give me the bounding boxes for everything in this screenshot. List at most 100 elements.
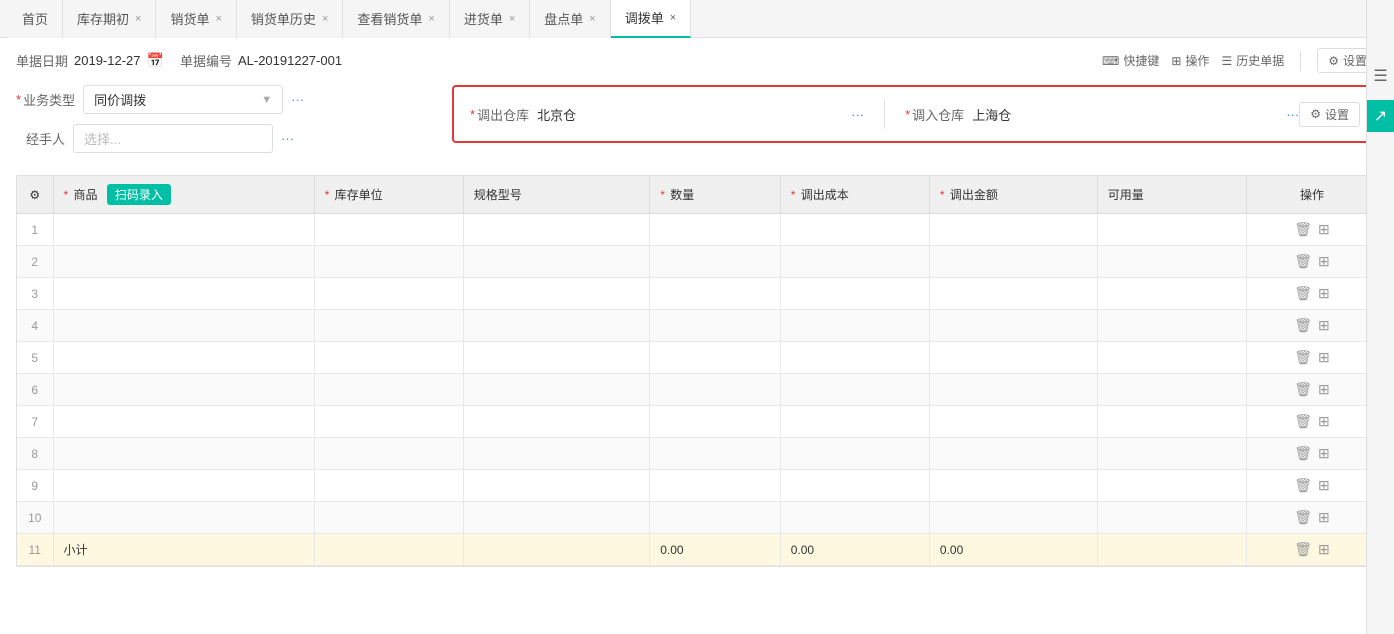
spec-cell[interactable] — [463, 438, 649, 470]
transfer-in-more[interactable]: ··· — [1286, 107, 1299, 122]
product-cell[interactable] — [53, 214, 314, 246]
transfer-amount-cell[interactable] — [929, 406, 1097, 438]
unit-cell[interactable] — [314, 278, 463, 310]
spec-cell[interactable] — [463, 502, 649, 534]
product-cell[interactable] — [53, 438, 314, 470]
tab-close-inventory-init[interactable]: × — [135, 13, 141, 25]
tab-close-view-sales[interactable]: × — [428, 13, 434, 25]
tab-sales-history[interactable]: 销货单历史 × — [237, 0, 343, 38]
transfer-cost-cell[interactable] — [780, 502, 929, 534]
unit-cell[interactable] — [314, 406, 463, 438]
unit-cell[interactable] — [314, 246, 463, 278]
tab-inventory-init[interactable]: 库存期初 × — [63, 0, 156, 38]
spec-cell[interactable] — [463, 406, 649, 438]
unit-cell[interactable] — [314, 214, 463, 246]
tab-home[interactable]: 首页 — [8, 0, 63, 38]
qty-cell[interactable] — [650, 214, 781, 246]
transfer-amount-cell[interactable] — [929, 502, 1097, 534]
product-cell[interactable] — [53, 502, 314, 534]
copy-row-icon[interactable]: ⊞ — [1318, 221, 1330, 238]
product-cell[interactable] — [53, 342, 314, 374]
delete-row-icon[interactable]: 🗑 — [1294, 221, 1312, 238]
available-cell[interactable] — [1097, 246, 1246, 278]
operations-button[interactable]: ⊞ 操作 — [1171, 52, 1209, 69]
available-cell[interactable] — [1097, 310, 1246, 342]
transfer-amount-cell[interactable] — [929, 310, 1097, 342]
unit-cell[interactable] — [314, 502, 463, 534]
qty-cell[interactable] — [650, 470, 781, 502]
product-cell[interactable] — [53, 470, 314, 502]
copy-row-icon[interactable]: ⊞ — [1318, 445, 1330, 462]
copy-row-icon[interactable]: ⊞ — [1318, 285, 1330, 302]
spec-cell[interactable] — [463, 310, 649, 342]
spec-cell[interactable] — [463, 246, 649, 278]
transfer-out-more[interactable]: ··· — [851, 107, 864, 122]
shortcut-button[interactable]: ⌨ 快捷键 — [1102, 52, 1159, 69]
qty-cell[interactable] — [650, 438, 781, 470]
product-cell[interactable] — [53, 310, 314, 342]
transfer-cost-cell[interactable] — [780, 246, 929, 278]
handler-select[interactable]: 选择... — [73, 124, 273, 153]
unit-cell[interactable] — [314, 438, 463, 470]
delete-row-icon[interactable]: 🗑 — [1294, 509, 1312, 526]
transfer-cost-cell[interactable] — [780, 406, 929, 438]
business-type-select[interactable]: 同价调拨 ▼ — [83, 85, 283, 114]
copy-row-icon[interactable]: ⊞ — [1318, 317, 1330, 334]
copy-subtotal-icon[interactable]: ⊞ — [1318, 541, 1330, 558]
transfer-amount-cell[interactable] — [929, 342, 1097, 374]
product-cell[interactable] — [53, 406, 314, 438]
qty-cell[interactable] — [650, 406, 781, 438]
copy-row-icon[interactable]: ⊞ — [1318, 413, 1330, 430]
delete-row-icon[interactable]: 🗑 — [1294, 477, 1312, 494]
history-button[interactable]: ☰ 历史单据 — [1221, 52, 1284, 69]
sidebar-list-icon[interactable]: ☰ — [1373, 60, 1387, 92]
business-type-more[interactable]: ··· — [291, 92, 304, 107]
spec-cell[interactable] — [463, 214, 649, 246]
tab-inventory-check[interactable]: 盘点单 × — [530, 0, 610, 38]
transfer-amount-cell[interactable] — [929, 278, 1097, 310]
transfer-cost-cell[interactable] — [780, 438, 929, 470]
tab-close-transfer-order[interactable]: × — [670, 12, 676, 24]
transfer-cost-cell[interactable] — [780, 214, 929, 246]
transfer-cost-cell[interactable] — [780, 470, 929, 502]
delete-row-icon[interactable]: 🗑 — [1294, 445, 1312, 462]
product-cell[interactable] — [53, 374, 314, 406]
handler-more[interactable]: ··· — [281, 131, 294, 146]
available-cell[interactable] — [1097, 438, 1246, 470]
transfer-cost-cell[interactable] — [780, 278, 929, 310]
qty-cell[interactable] — [650, 342, 781, 374]
qty-cell[interactable] — [650, 502, 781, 534]
settings-col-header[interactable]: ⚙ — [17, 176, 53, 214]
scan-entry-button[interactable]: 扫码录入 — [107, 184, 171, 205]
copy-row-icon[interactable]: ⊞ — [1318, 509, 1330, 526]
tab-sales-order[interactable]: 销货单 × — [156, 0, 236, 38]
qty-cell[interactable] — [650, 278, 781, 310]
product-cell[interactable] — [53, 278, 314, 310]
transfer-amount-cell[interactable] — [929, 438, 1097, 470]
delete-subtotal-icon[interactable]: 🗑 — [1294, 541, 1312, 558]
available-cell[interactable] — [1097, 406, 1246, 438]
unit-cell[interactable] — [314, 342, 463, 374]
delete-row-icon[interactable]: 🗑 — [1294, 253, 1312, 270]
qty-cell[interactable] — [650, 374, 781, 406]
tab-purchase-order[interactable]: 进货单 × — [450, 0, 530, 38]
spec-cell[interactable] — [463, 374, 649, 406]
unit-cell[interactable] — [314, 310, 463, 342]
available-cell[interactable] — [1097, 214, 1246, 246]
transfer-cost-cell[interactable] — [780, 310, 929, 342]
tab-close-purchase-order[interactable]: × — [509, 13, 515, 25]
tab-close-sales-order[interactable]: × — [215, 13, 221, 25]
spec-cell[interactable] — [463, 278, 649, 310]
qty-cell[interactable] — [650, 310, 781, 342]
transfer-cost-cell[interactable] — [780, 374, 929, 406]
transfer-amount-cell[interactable] — [929, 470, 1097, 502]
transfer-amount-cell[interactable] — [929, 374, 1097, 406]
sidebar-export-icon[interactable]: ↗ — [1367, 100, 1394, 132]
calendar-icon[interactable]: 📅 — [147, 52, 164, 69]
available-cell[interactable] — [1097, 502, 1246, 534]
unit-cell[interactable] — [314, 374, 463, 406]
unit-cell[interactable] — [314, 470, 463, 502]
copy-row-icon[interactable]: ⊞ — [1318, 381, 1330, 398]
copy-row-icon[interactable]: ⊞ — [1318, 349, 1330, 366]
delete-row-icon[interactable]: 🗑 — [1294, 381, 1312, 398]
